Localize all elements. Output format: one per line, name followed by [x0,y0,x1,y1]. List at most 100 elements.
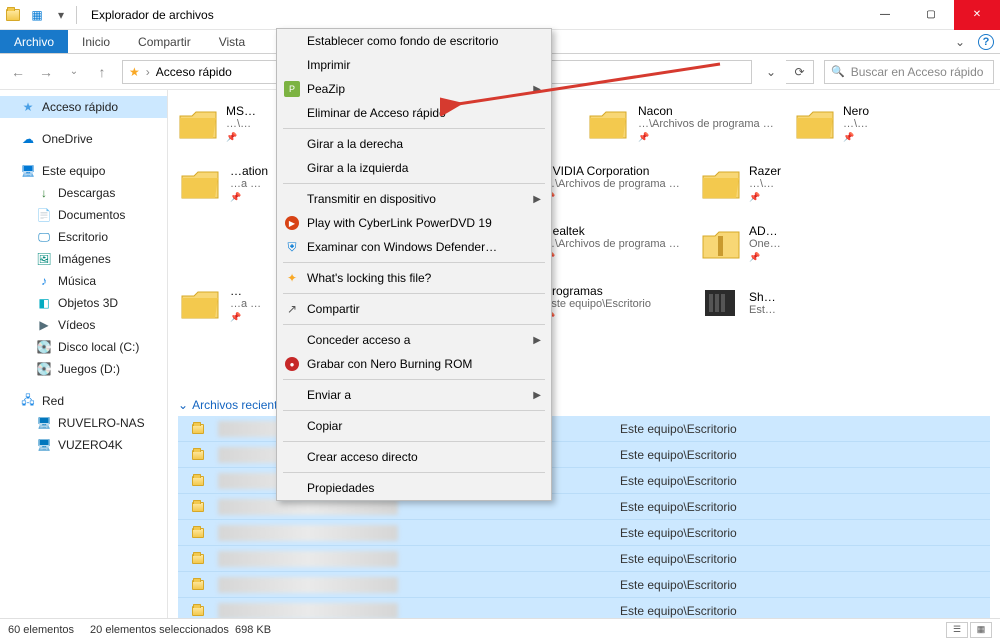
pin-icon: 📌 [226,132,258,143]
file-location: Este equipo\Escritorio [620,578,990,592]
context-menu-item[interactable]: ⛨Examinar con Windows Defender… [277,235,551,259]
folder-item[interactable]: Nacon …\Archivos de programa … 📌 [586,96,781,150]
forward-button[interactable]: → [34,60,58,84]
context-menu-item[interactable]: ● Grabar con Nero Burning ROM [277,352,551,376]
file-tab[interactable]: Archivo [0,30,68,53]
sidebar-item[interactable]: 💽Disco local (C:) [0,336,167,358]
menu-item-icon: ⛨ [283,238,301,256]
recent-file-row[interactable]: Este equipo\Escritorio [178,598,990,618]
menu-item-icon: ✦ [283,269,301,287]
details-view-button[interactable]: ☰ [946,622,968,638]
menu-item-label: Girar a la derecha [307,137,403,151]
sidebar-item[interactable]: 🖥RUVELRO-NAS [0,412,167,434]
pin-icon: 📌 [544,312,651,323]
context-menu: Establecer como fondo de escritorio Impri… [276,28,552,501]
sidebar-item-icon: ↓ [36,185,52,201]
sidebar-item[interactable]: 🖵Escritorio [0,226,167,248]
maximize-button[interactable]: ▢ [908,0,954,30]
sidebar-item[interactable]: ◧Objetos 3D [0,292,167,314]
folder-name: NVIDIA Corporation [544,164,680,178]
sidebar-item-icon: 💽 [36,361,52,377]
context-menu-item[interactable]: ↗Compartir [277,297,551,321]
sidebar-item-icon: 🖥 [36,437,52,453]
sidebar-item-icon: ★ [20,99,36,115]
tab-compartir[interactable]: Compartir [124,30,205,53]
sidebar-item-icon: ☁ [20,131,36,147]
file-name-blurred [218,551,398,567]
back-button[interactable]: ← [6,60,30,84]
submenu-arrow-icon: ▶ [533,84,541,95]
menu-item-label: Imprimir [307,58,350,72]
sidebar-item[interactable]: ↓Descargas [0,182,167,204]
sidebar-item[interactable]: 🖧Red [0,390,167,412]
up-button[interactable]: ↑ [90,60,114,84]
minimize-button[interactable]: — [862,0,908,30]
recent-file-row[interactable]: Este equipo\Escritorio [178,572,990,598]
sidebar-item[interactable]: ★Acceso rápido [0,96,167,118]
folder-name: ShareX [749,290,781,304]
icons-view-button[interactable]: ▦ [970,622,992,638]
folder-item[interactable]: Razer …\Arc… 📌 [701,156,781,210]
folder-name: Razer [749,164,781,178]
tab-inicio[interactable]: Inicio [68,30,124,53]
file-location: Este equipo\Escritorio [620,474,990,488]
context-menu-item[interactable]: Establecer como fondo de escritorio [277,29,551,53]
app-icon [4,6,22,24]
submenu-arrow-icon: ▶ [533,335,541,346]
sidebar-item[interactable]: 💽Juegos (D:) [0,358,167,380]
menu-item-label: Grabar con Nero Burning ROM [307,357,472,371]
context-menu-item[interactable]: Transmitir en dispositivo▶ [277,187,551,211]
quick-access-toolbar: ▦ ▾ [0,6,77,24]
context-menu-item[interactable]: Girar a la derecha [277,132,551,156]
context-menu-item[interactable]: Copiar [277,414,551,438]
folder-item[interactable]: MSBui… …\Arc… 📌 [178,96,258,150]
context-menu-item[interactable]: Girar a la izquierda [277,156,551,180]
ribbon-expand-icon[interactable]: ⌄ [948,30,972,53]
refresh-button[interactable]: ⟳ [786,60,814,84]
menu-item-label: Eliminar de Acceso rápido [307,106,446,120]
context-menu-item[interactable]: Conceder acceso a▶ [277,328,551,352]
tab-vista[interactable]: Vista [205,30,259,53]
context-menu-item[interactable]: Enviar a▶ [277,383,551,407]
context-menu-item[interactable]: ▶Play with CyberLink PowerDVD 19 [277,211,551,235]
sidebar-item[interactable]: ☁OneDrive [0,128,167,150]
sidebar-item-label: Disco local (C:) [58,340,139,354]
sidebar-item-label: Red [42,394,64,408]
recent-file-row[interactable]: Este equipo\Escritorio [178,546,990,572]
context-menu-item[interactable]: Propiedades [277,476,551,500]
menu-item-icon: ● [283,355,301,373]
folder-item[interactable]: ShareX Este e… [701,276,781,330]
file-icon [178,450,218,460]
folder-item[interactable]: Nero …\Arc… 📌 [795,96,875,150]
folder-name: …ation [230,164,268,178]
sidebar-item[interactable]: 📄Documentos [0,204,167,226]
sidebar-item[interactable]: ▶Vídeos [0,314,167,336]
menu-item-label: Compartir [307,302,360,316]
context-menu-item[interactable]: Crear acceso directo [277,445,551,469]
address-dropdown[interactable]: ⌄ [760,65,782,79]
close-button[interactable]: ✕ [954,0,1000,30]
context-menu-item[interactable]: PPeaZip▶ [277,77,551,101]
recent-dropdown[interactable]: ⌄ [62,60,86,84]
search-box[interactable]: 🔍 Buscar en Acceso rápido [824,60,994,84]
sidebar-item[interactable]: 🖥VUZERO4K [0,434,167,456]
pin-icon: 📌 [749,252,781,263]
sidebar-item[interactable]: 🖥Este equipo [0,160,167,182]
qat-btn-1[interactable]: ▦ [28,6,46,24]
status-selection: 20 elementos seleccionados 698 KB [90,624,271,636]
menu-item-label: PeaZip [307,82,345,96]
menu-item-label: Transmitir en dispositivo [307,192,436,206]
context-menu-item[interactable]: Eliminar de Acceso rápido [277,101,551,125]
window-title: Explorador de archivos [91,8,214,22]
sidebar-item[interactable]: ♪Música [0,270,167,292]
file-location: Este equipo\Escritorio [620,604,990,618]
sidebar-item[interactable]: 🖼Imágenes [0,248,167,270]
help-icon[interactable]: ? [978,34,994,50]
context-menu-item[interactable]: ✦What's locking this file? [277,266,551,290]
context-menu-item[interactable]: Imprimir [277,53,551,77]
qat-btn-2[interactable]: ▾ [52,6,70,24]
folder-item[interactable]: ADSLZ… OneD… 📌 [701,216,781,270]
recent-file-row[interactable]: Este equipo\Escritorio [178,520,990,546]
menu-item-icon: ▶ [283,214,301,232]
file-name-blurred [218,603,398,619]
